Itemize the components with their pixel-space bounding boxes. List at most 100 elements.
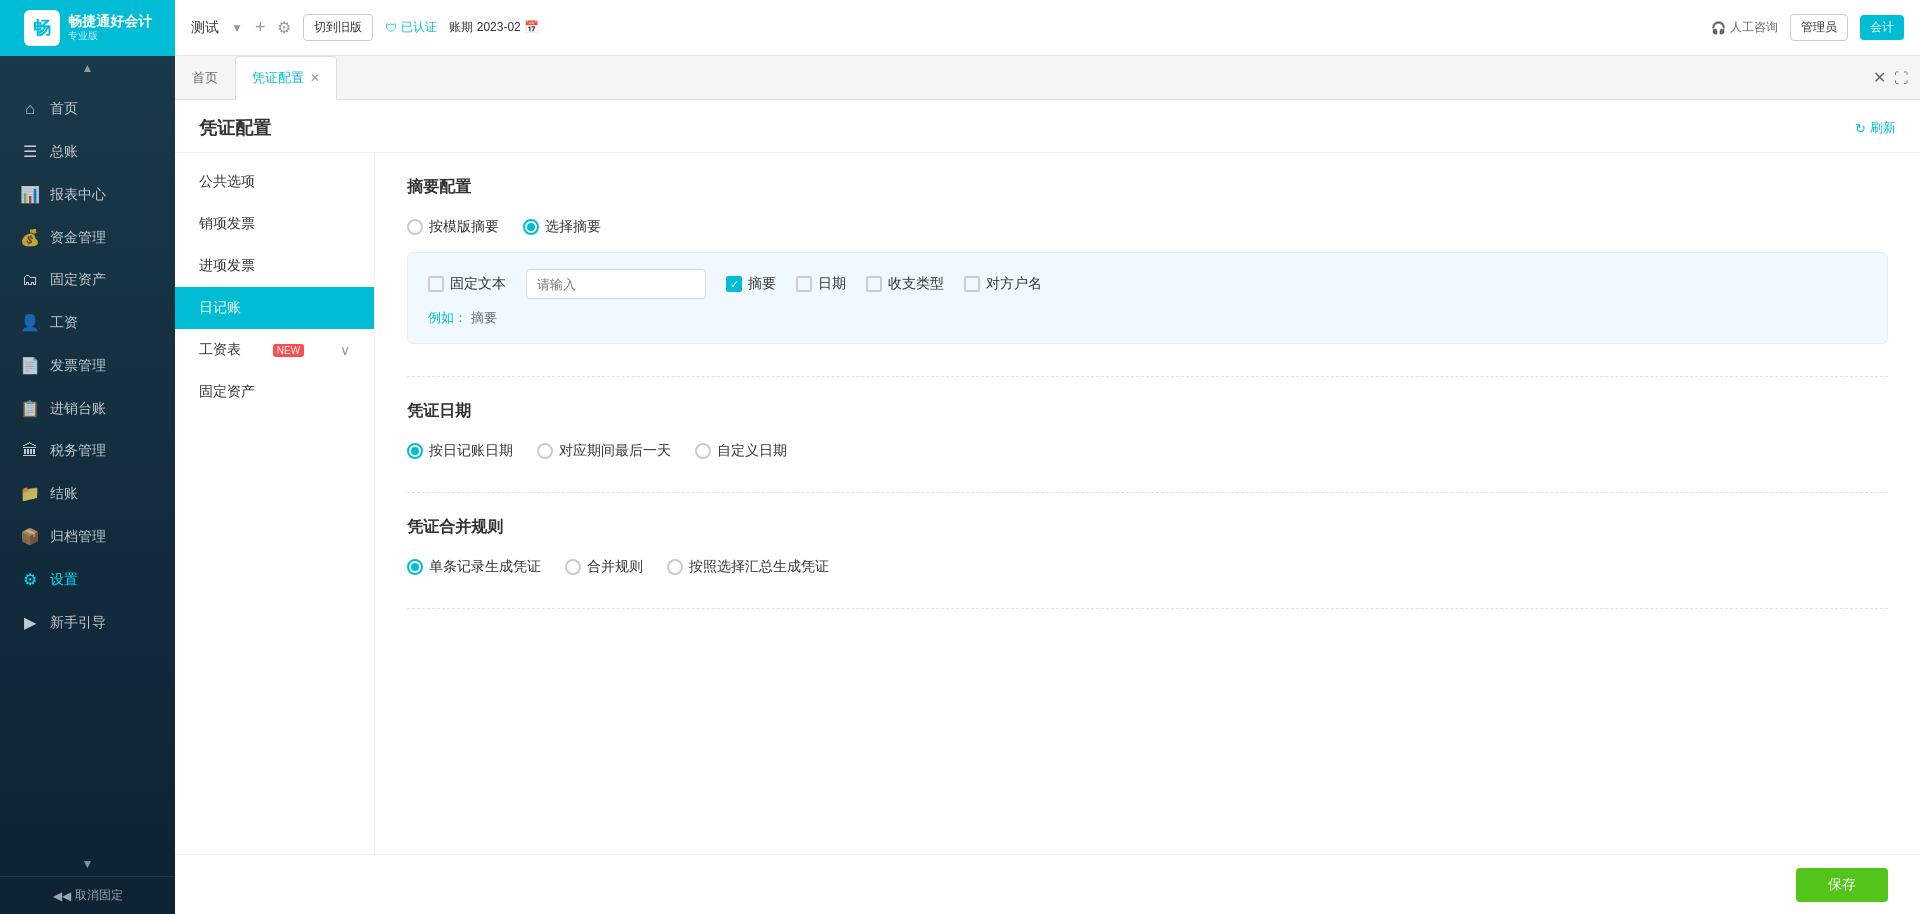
- sidebar-label-invoices: 发票管理: [50, 357, 106, 375]
- sidebar-item-archive[interactable]: 📦 归档管理: [0, 515, 175, 558]
- company-name: 测试: [191, 19, 219, 37]
- sidebar-item-reports[interactable]: 📊 报表中心: [0, 173, 175, 216]
- certified-badge: 🛡 已认证: [385, 19, 437, 36]
- right-content: 摘要配置 按模版摘要 选择摘要: [375, 153, 1920, 914]
- consult-btn[interactable]: 🎧 人工咨询: [1711, 19, 1778, 36]
- add-button[interactable]: +: [255, 17, 266, 38]
- user-btn[interactable]: 管理员: [1790, 14, 1848, 41]
- date-checkbox-option[interactable]: 日期: [796, 275, 846, 293]
- sidebar-logo: 畅 畅捷通好会计 专业版: [0, 0, 175, 56]
- sidebar-scroll-down[interactable]: ▼: [0, 852, 175, 876]
- merge-radio-group: 单条记录生成凭证 合并规则 按照选择汇总生成凭证: [407, 558, 1888, 576]
- page-content: 凭证配置 ↻ 刷新 公共选项 销项发票 进项发票 日记账 工资表 NEW ∨ 固…: [175, 100, 1920, 914]
- date-label: 日期: [818, 275, 846, 293]
- tax-icon: 🏛: [20, 442, 40, 460]
- sidebar-label-guide: 新手引导: [50, 614, 106, 632]
- counterpart-checkbox-option[interactable]: 对方户名: [964, 275, 1042, 293]
- left-nav: 公共选项 销项发票 进项发票 日记账 工资表 NEW ∨ 固定资产: [175, 153, 375, 914]
- logo-text: 畅捷通好会计 专业版: [68, 13, 152, 44]
- summary-radio-select[interactable]: 选择摘要: [523, 218, 601, 236]
- divider-2: [407, 492, 1888, 493]
- merge-section: 凭证合并规则 单条记录生成凭证 合并规则 按照选择汇总生成凭证: [407, 517, 1888, 576]
- leftnav-public[interactable]: 公共选项: [175, 161, 374, 203]
- radio-select-summary-label: 按照选择汇总生成凭证: [689, 558, 829, 576]
- date-section: 凭证日期 按日记账日期 对应期间最后一天 自定义日期: [407, 401, 1888, 460]
- leftnav-sales-invoice[interactable]: 销项发票: [175, 203, 374, 245]
- example-value: 摘要: [471, 310, 497, 325]
- date-radio-period-last[interactable]: 对应期间最后一天: [537, 442, 671, 460]
- sidebar-label-tax: 税务管理: [50, 442, 106, 460]
- radio-period-last-label: 对应期间最后一天: [559, 442, 671, 460]
- sidebar-item-home[interactable]: ⌂ 首页: [0, 88, 175, 130]
- period-info: 账期 2023-02 📅: [449, 19, 539, 36]
- tab-voucher-config[interactable]: 凭证配置 ✕: [235, 56, 337, 100]
- radio-select-label: 选择摘要: [545, 218, 601, 236]
- summary-radio-template[interactable]: 按模版摘要: [407, 218, 499, 236]
- refresh-btn[interactable]: ↻ 刷新: [1855, 119, 1896, 137]
- tab-home[interactable]: 首页: [175, 55, 235, 99]
- summary-checkbox-option[interactable]: 摘要: [726, 275, 776, 293]
- company-dropdown-icon[interactable]: ▼: [231, 21, 243, 35]
- sidebar-item-guide[interactable]: ▶ 新手引导: [0, 601, 175, 644]
- divider-3: [407, 608, 1888, 609]
- save-button[interactable]: 保存: [1796, 868, 1888, 902]
- ledger-icon: ☰: [20, 142, 40, 161]
- merge-radio-rule[interactable]: 合并规则: [565, 558, 643, 576]
- sidebar-item-assets[interactable]: 🗂 固定资产: [0, 259, 175, 301]
- sidebar-item-funds[interactable]: 💰 资金管理: [0, 216, 175, 259]
- date-radio-journal[interactable]: 按日记账日期: [407, 442, 513, 460]
- tab-close-icon[interactable]: ✕: [310, 71, 320, 85]
- leftnav-fixed-assets[interactable]: 固定资产: [175, 371, 374, 413]
- topbar-settings-icon[interactable]: ⚙: [277, 18, 291, 37]
- sidebar-label-home: 首页: [50, 100, 78, 118]
- fixed-text-label: 固定文本: [450, 275, 506, 293]
- sidebar-item-invoices[interactable]: 📄 发票管理: [0, 344, 175, 387]
- radio-single-circle: [407, 559, 423, 575]
- checkbox-row: 固定文本 摘要 日期: [428, 269, 1867, 299]
- leftnav-journal[interactable]: 日记账: [175, 287, 374, 329]
- sidebar-item-sales[interactable]: 📋 进销台账: [0, 387, 175, 430]
- fixed-text-checkbox: [428, 276, 444, 292]
- merge-radio-select-summary[interactable]: 按照选择汇总生成凭证: [667, 558, 829, 576]
- sidebar-label-assets: 固定资产: [50, 271, 106, 289]
- window-close-btn[interactable]: ✕: [1873, 68, 1886, 87]
- cancel-fixed-icon: ◀◀: [53, 889, 71, 903]
- cancel-fixed-btn[interactable]: ◀◀ 取消固定: [0, 876, 175, 914]
- sidebar-item-settings[interactable]: ⚙ 设置: [0, 558, 175, 601]
- shield-icon: 🛡: [385, 21, 397, 35]
- radio-period-last-circle: [537, 443, 553, 459]
- main-area: 凭证配置 ↻ 刷新 公共选项 销项发票 进项发票 日记账 工资表 NEW ∨ 固…: [175, 100, 1920, 914]
- sidebar-item-closing[interactable]: 📁 结账: [0, 472, 175, 515]
- sidebar: 畅 畅捷通好会计 专业版 ▲ ⌂ 首页 ☰ 总账 📊 报表中心 💰 资金管理 🗂…: [0, 0, 175, 914]
- merge-radio-single[interactable]: 单条记录生成凭证: [407, 558, 541, 576]
- window-expand-btn[interactable]: ⛶: [1894, 70, 1908, 86]
- tab-voucher-label: 凭证配置: [252, 69, 304, 87]
- summary-title: 摘要配置: [407, 177, 1888, 198]
- fixed-text-input[interactable]: [526, 269, 706, 299]
- income-type-checkbox-option[interactable]: 收支类型: [866, 275, 944, 293]
- sidebar-label-settings: 设置: [50, 571, 78, 589]
- sidebar-label-funds: 资金管理: [50, 229, 106, 247]
- new-badge: NEW: [273, 344, 304, 357]
- income-type-label: 收支类型: [888, 275, 944, 293]
- radio-rule-circle: [565, 559, 581, 575]
- page-title: 凭证配置: [199, 116, 271, 140]
- date-radio-group: 按日记账日期 对应期间最后一天 自定义日期: [407, 442, 1888, 460]
- leftnav-purchase-invoice[interactable]: 进项发票: [175, 245, 374, 287]
- sidebar-scroll-up[interactable]: ▲: [0, 56, 175, 80]
- archive-icon: 📦: [20, 527, 40, 546]
- sidebar-item-salary[interactable]: 👤 工资: [0, 301, 175, 344]
- leftnav-payroll[interactable]: 工资表 NEW ∨: [175, 329, 374, 371]
- radio-template-label: 按模版摘要: [429, 218, 499, 236]
- summary-label: 摘要: [748, 275, 776, 293]
- role-btn[interactable]: 会计: [1860, 15, 1904, 40]
- sidebar-nav: ⌂ 首页 ☰ 总账 📊 报表中心 💰 资金管理 🗂 固定资产 👤 工资 📄 发票…: [0, 80, 175, 852]
- radio-custom-circle: [695, 443, 711, 459]
- switch-version-btn[interactable]: 切到旧版: [303, 14, 373, 41]
- sidebar-item-tax[interactable]: 🏛 税务管理: [0, 430, 175, 472]
- counterpart-label: 对方户名: [986, 275, 1042, 293]
- income-type-checkbox: [866, 276, 882, 292]
- fixed-text-option[interactable]: 固定文本: [428, 275, 506, 293]
- sidebar-item-ledger[interactable]: ☰ 总账: [0, 130, 175, 173]
- date-radio-custom[interactable]: 自定义日期: [695, 442, 787, 460]
